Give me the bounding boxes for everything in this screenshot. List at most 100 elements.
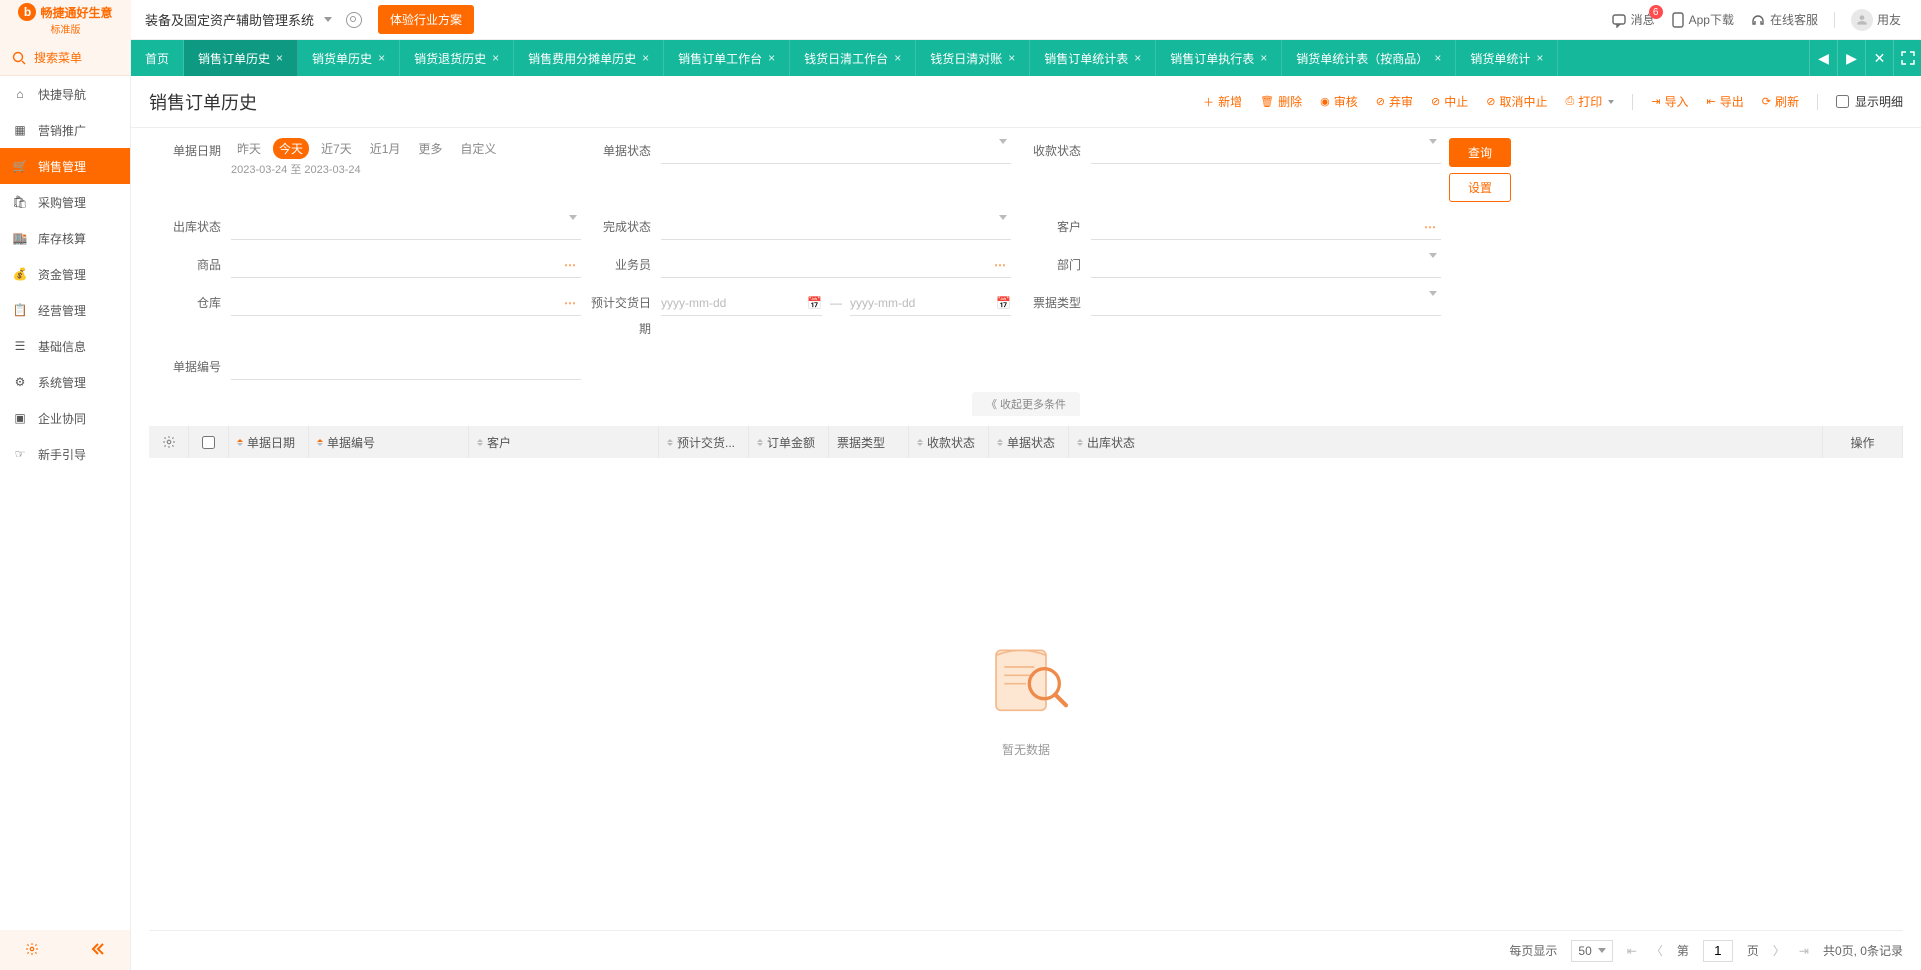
- page-first[interactable]: ⇤: [1627, 944, 1637, 958]
- user-menu[interactable]: 用友: [1851, 9, 1901, 31]
- clerk-picker[interactable]: ⋯: [661, 252, 1011, 278]
- discard-button[interactable]: ⊘弃审: [1376, 93, 1413, 110]
- tab-0[interactable]: 首页: [131, 40, 184, 76]
- select-all-cell[interactable]: [189, 426, 229, 458]
- refresh-button[interactable]: ⟳刷新: [1762, 93, 1799, 110]
- date-chip-4[interactable]: 更多: [412, 138, 448, 159]
- sidebar-item-8[interactable]: ⚙系统管理: [0, 364, 130, 400]
- tab-7[interactable]: 钱货日清对账×: [916, 40, 1030, 76]
- system-dropdown[interactable]: 装备及固定资产辅助管理系统: [131, 10, 346, 29]
- tab-6[interactable]: 钱货日清工作台×: [790, 40, 916, 76]
- sidebar-item-1[interactable]: ▦营销推广: [0, 112, 130, 148]
- close-icon[interactable]: ×: [1134, 51, 1141, 65]
- page-last[interactable]: ⇥: [1799, 944, 1809, 958]
- tab-5[interactable]: 销售订单工作台×: [664, 40, 790, 76]
- date-chip-2[interactable]: 近7天: [315, 138, 358, 159]
- done-status-select[interactable]: [661, 214, 1011, 240]
- collapse-filters-button[interactable]: 《 收起更多条件: [972, 392, 1080, 416]
- tab-2[interactable]: 销货单历史×: [298, 40, 400, 76]
- abort-button[interactable]: ⊘中止: [1431, 93, 1468, 110]
- select-all-checkbox[interactable]: [202, 436, 215, 449]
- sidebar-item-5[interactable]: 💰资金管理: [0, 256, 130, 292]
- close-icon[interactable]: ×: [1260, 51, 1267, 65]
- audit-button[interactable]: ◉审核: [1320, 93, 1358, 110]
- add-button[interactable]: ＋新增: [1203, 93, 1242, 110]
- deliver-date-from[interactable]: yyyy-mm-dd📅: [661, 290, 822, 316]
- close-icon[interactable]: ×: [1536, 51, 1543, 65]
- close-icon[interactable]: ×: [642, 51, 649, 65]
- invoice-type-select[interactable]: [1091, 290, 1441, 316]
- customer-picker[interactable]: ⋯: [1091, 214, 1441, 240]
- deliver-date-to[interactable]: yyyy-mm-dd📅: [850, 290, 1011, 316]
- filter-settings-button[interactable]: 设置: [1449, 173, 1511, 202]
- sidebar-item-6[interactable]: 📋经营管理: [0, 292, 130, 328]
- date-chip-3[interactable]: 近1月: [364, 138, 407, 159]
- close-icon[interactable]: ×: [1434, 51, 1441, 65]
- experience-button[interactable]: 体验行业方案: [378, 5, 474, 34]
- unabort-button[interactable]: ⊘取消中止: [1486, 93, 1547, 110]
- page-prev[interactable]: 〈: [1651, 942, 1663, 959]
- dept-select[interactable]: [1091, 252, 1441, 278]
- sidebar-item-10[interactable]: ☞新手引导: [0, 436, 130, 472]
- out-status-select[interactable]: [231, 214, 581, 240]
- col-amount[interactable]: 订单金额: [749, 426, 829, 458]
- tab-9[interactable]: 销售订单执行表×: [1156, 40, 1282, 76]
- gear-icon[interactable]: [346, 12, 362, 28]
- sidebar-item-4[interactable]: 🏬库存核算: [0, 220, 130, 256]
- message-button[interactable]: 消息 6: [1611, 11, 1655, 28]
- page-input[interactable]: [1703, 940, 1733, 962]
- show-detail-toggle[interactable]: 显示明细: [1836, 93, 1903, 110]
- date-chip-1[interactable]: 今天: [273, 138, 309, 159]
- date-chip-0[interactable]: 昨天: [231, 138, 267, 159]
- query-button[interactable]: 查询: [1449, 138, 1511, 167]
- col-doc-date[interactable]: 单据日期: [229, 426, 309, 458]
- tabs-scroll-right[interactable]: ▶: [1837, 40, 1865, 76]
- sidebar-settings-icon[interactable]: [25, 942, 39, 959]
- tab-11[interactable]: 销货单统计×: [1456, 40, 1558, 76]
- product-picker[interactable]: ⋯: [231, 252, 581, 278]
- sidebar-item-0[interactable]: ⌂快捷导航: [0, 76, 130, 112]
- tab-fullscreen[interactable]: [1893, 40, 1921, 76]
- tab-3[interactable]: 销货退货历史×: [400, 40, 514, 76]
- logo-block[interactable]: b 畅捷通好生意 标准版: [0, 0, 131, 40]
- close-icon[interactable]: ×: [276, 51, 283, 65]
- export-button[interactable]: ⇤导出: [1707, 93, 1744, 110]
- doc-no-input[interactable]: [231, 354, 581, 380]
- app-download-button[interactable]: App下载: [1671, 11, 1734, 28]
- close-icon[interactable]: ×: [894, 51, 901, 65]
- per-page-select[interactable]: 50: [1571, 940, 1612, 962]
- tab-8[interactable]: 销售订单统计表×: [1030, 40, 1156, 76]
- doc-status-select[interactable]: [661, 138, 1011, 164]
- online-service-button[interactable]: 在线客服: [1750, 11, 1818, 28]
- close-icon[interactable]: ×: [1008, 51, 1015, 65]
- sidebar-item-3[interactable]: 🛍采购管理: [0, 184, 130, 220]
- tab-close-all[interactable]: ✕: [1865, 40, 1893, 76]
- tab-1[interactable]: 销售订单历史×: [184, 40, 298, 76]
- col-doc-no[interactable]: 单据编号: [309, 426, 469, 458]
- sidebar-search[interactable]: 搜索菜单: [0, 40, 130, 76]
- close-icon[interactable]: ×: [492, 51, 499, 65]
- sidebar-item-2[interactable]: 🛒销售管理: [0, 148, 130, 184]
- close-icon[interactable]: ×: [378, 51, 385, 65]
- warehouse-picker[interactable]: ⋯: [231, 290, 581, 316]
- col-deliver-date[interactable]: 预计交货...: [659, 426, 749, 458]
- sidebar-collapse-icon[interactable]: [89, 942, 105, 959]
- col-doc-status[interactable]: 单据状态: [989, 426, 1069, 458]
- tabs-scroll-left[interactable]: ◀: [1809, 40, 1837, 76]
- col-invoice-type[interactable]: 票据类型: [829, 426, 909, 458]
- sidebar-item-9[interactable]: ▣企业协同: [0, 400, 130, 436]
- column-settings[interactable]: [149, 426, 189, 458]
- close-icon[interactable]: ×: [768, 51, 775, 65]
- tab-4[interactable]: 销售费用分摊单历史×: [514, 40, 664, 76]
- date-chip-5[interactable]: 自定义: [454, 138, 502, 159]
- print-button[interactable]: ⎙打印: [1565, 93, 1614, 110]
- tab-10[interactable]: 销货单统计表（按商品）×: [1282, 40, 1456, 76]
- sidebar-item-7[interactable]: ☰基础信息: [0, 328, 130, 364]
- page-next[interactable]: 〉: [1773, 942, 1785, 959]
- import-button[interactable]: ⇥导入: [1651, 93, 1688, 110]
- show-detail-checkbox[interactable]: [1836, 95, 1849, 108]
- pay-status-select[interactable]: [1091, 138, 1441, 164]
- delete-button[interactable]: 🗑删除: [1260, 93, 1302, 110]
- col-customer[interactable]: 客户: [469, 426, 659, 458]
- col-out-status[interactable]: 出库状态: [1069, 426, 1823, 458]
